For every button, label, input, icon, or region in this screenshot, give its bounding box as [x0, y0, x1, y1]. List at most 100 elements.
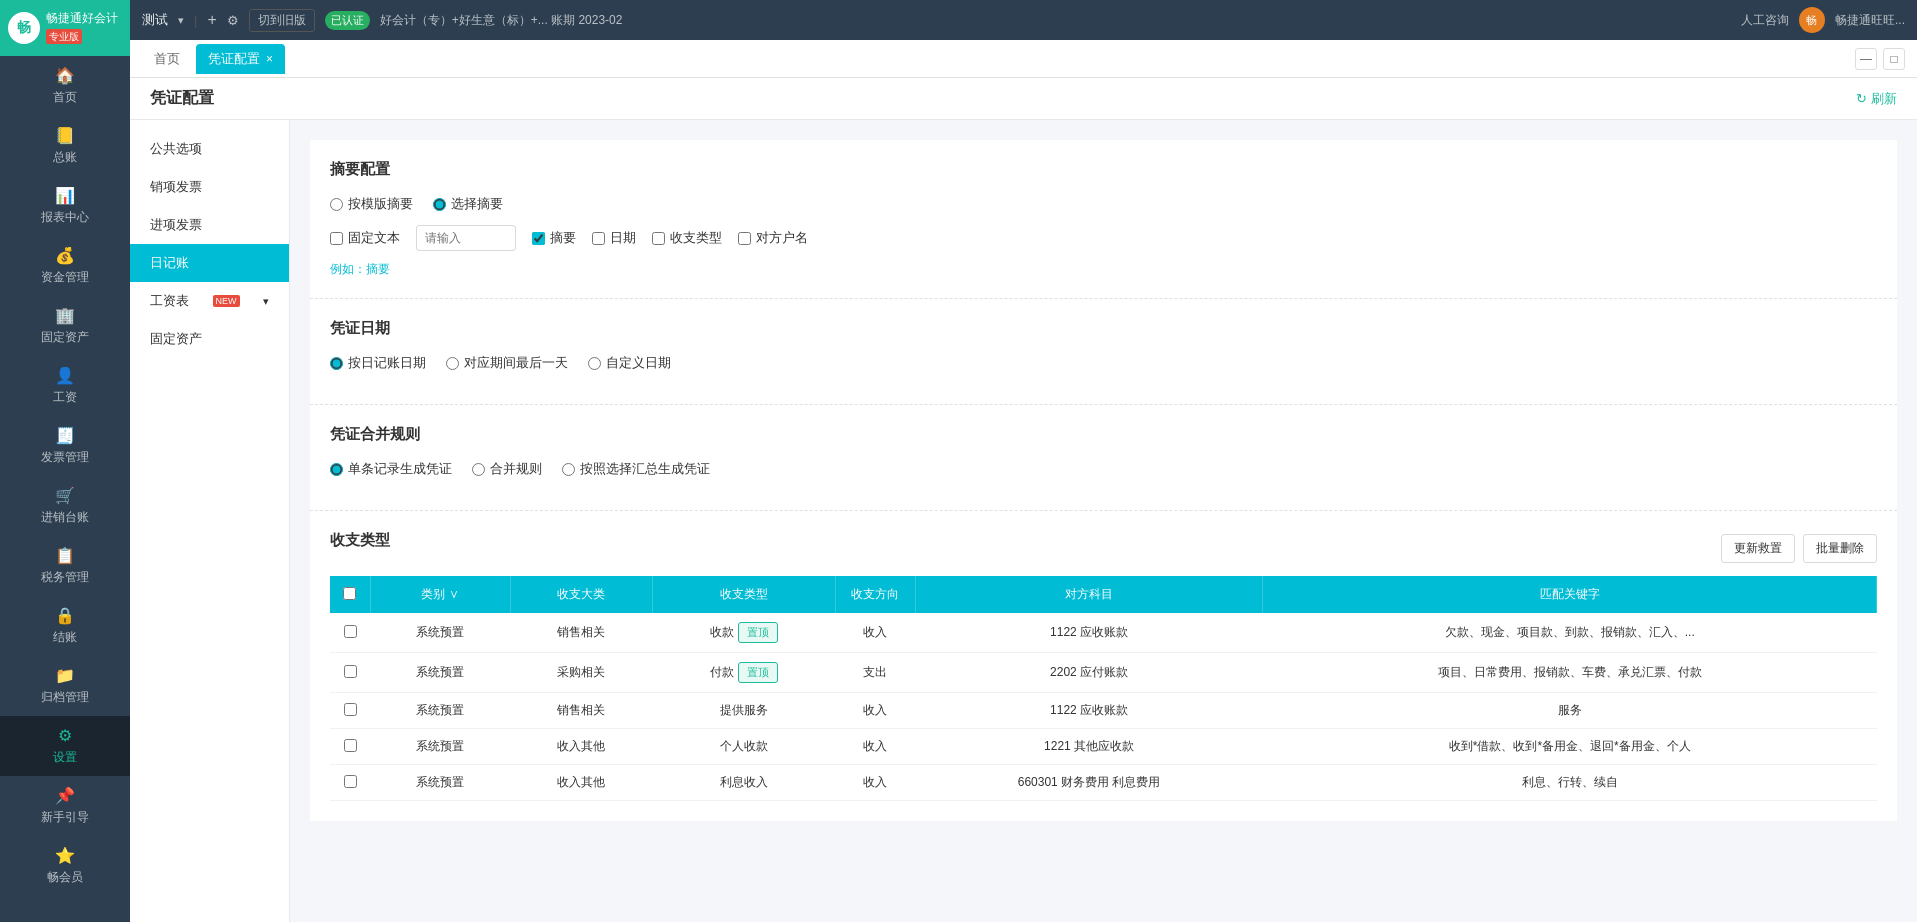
counterparty-checkbox[interactable]: 对方户名	[738, 229, 808, 247]
sidebar-item-tax[interactable]: 📋税务管理	[0, 536, 130, 596]
income-type-table: 类别 ∨ 收支大类 收支类型 收支方向 对方科目 匹配关键字 系统预置 销售相关…	[330, 576, 1877, 801]
reset-button[interactable]: 置顶	[738, 662, 778, 683]
sidebar-item-invoice[interactable]: 🧾发票管理	[0, 416, 130, 476]
sidebar-item-ledger[interactable]: 📒总账	[0, 116, 130, 176]
invoice-icon: 🧾	[55, 426, 75, 445]
sidebar-item-closing[interactable]: 🔒结账	[0, 596, 130, 656]
col-type: 收支类型	[653, 576, 836, 613]
income-type-section: 收支类型 更新救置 批量删除 类别 ∨ 收支大类 收支类型	[310, 511, 1897, 821]
settings-icon: ⚙	[58, 726, 72, 745]
table-actions: 更新救置 批量删除	[1721, 534, 1877, 563]
summary-checkbox[interactable]: 摘要	[532, 229, 576, 247]
row-type: 提供服务	[653, 693, 836, 729]
topbar-settings-icon[interactable]: ⚙	[227, 13, 239, 28]
row-type: 个人收款	[653, 729, 836, 765]
row-major: 收入其他	[510, 729, 652, 765]
maximize-btn[interactable]: □	[1883, 48, 1905, 70]
row-checkbox[interactable]	[344, 625, 357, 638]
tab-voucher-config[interactable]: 凭证配置 ×	[196, 44, 285, 74]
closing-icon: 🔒	[55, 606, 75, 625]
topbar-add-button[interactable]: +	[207, 11, 216, 29]
update-button[interactable]: 更新救置	[1721, 534, 1795, 563]
sidebar-item-salary[interactable]: 👤工资	[0, 356, 130, 416]
reset-button[interactable]: 置顶	[738, 622, 778, 643]
user-avatar: 畅	[1799, 7, 1825, 33]
row-keywords: 服务	[1263, 693, 1877, 729]
col-keywords: 匹配关键字	[1263, 576, 1877, 613]
row-account: 2202 应付账款	[915, 653, 1263, 693]
row-direction: 收入	[835, 613, 915, 653]
col-account: 对方科目	[915, 576, 1263, 613]
content-wrapper: 首页 凭证配置 × — □ 凭证配置 ↻ 刷新 公共选项销项发票进项发票日记账工…	[130, 40, 1917, 922]
radio-select-summary[interactable]: 选择摘要	[433, 195, 503, 213]
merge-radio-group: 单条记录生成凭证 合并规则 按照选择汇总生成凭证	[330, 460, 1877, 478]
tab-close-icon[interactable]: ×	[266, 52, 273, 66]
merge-section: 凭证合并规则 单条记录生成凭证 合并规则 按照选择汇总生成凭证	[310, 405, 1897, 511]
radio-journal-date[interactable]: 按日记账日期	[330, 354, 426, 372]
left-nav-purchase_invoice[interactable]: 进项发票	[130, 206, 289, 244]
row-major: 采购相关	[510, 653, 652, 693]
radio-custom-date[interactable]: 自定义日期	[588, 354, 671, 372]
member-icon: ⭐	[55, 846, 75, 865]
main-area: 测试 ▾ | + ⚙ 切到旧版 已认证 好会计（专）+好生意（标）+... 账期…	[130, 0, 1917, 922]
minimize-btn[interactable]: —	[1855, 48, 1877, 70]
row-checkbox[interactable]	[344, 739, 357, 752]
fixed-text-input[interactable]	[416, 225, 516, 251]
sidebar-item-archive[interactable]: 📁归档管理	[0, 656, 130, 716]
funds-icon: 💰	[55, 246, 75, 265]
username: 畅捷通旺旺...	[1835, 12, 1905, 29]
row-direction: 支出	[835, 653, 915, 693]
income-type-title: 收支类型	[330, 531, 390, 550]
row-checkbox[interactable]	[344, 665, 357, 678]
table-row: 系统预置 收入其他 个人收款 收入 1221 其他应收款 收到*借款、收到*备用…	[330, 729, 1877, 765]
sidebar-item-guide[interactable]: 📌新手引导	[0, 776, 130, 836]
radio-merge-rule[interactable]: 合并规则	[472, 460, 542, 478]
left-nav-sales_invoice[interactable]: 销项发票	[130, 168, 289, 206]
refresh-button[interactable]: ↻ 刷新	[1856, 90, 1897, 108]
row-keywords: 项目、日常费用、报销款、车费、承兑汇票、付款	[1263, 653, 1877, 693]
table-row: 系统预置 销售相关 提供服务 收入 1122 应收账款 服务	[330, 693, 1877, 729]
date-radio-group: 按日记账日期 对应期间最后一天 自定义日期	[330, 354, 1877, 372]
row-checkbox[interactable]	[344, 703, 357, 716]
sidebar-item-report[interactable]: 📊报表中心	[0, 176, 130, 236]
left-nav-salary_table[interactable]: 工资表 NEW ▾	[130, 282, 289, 320]
batch-delete-button[interactable]: 批量删除	[1803, 534, 1877, 563]
row-category: 系统预置	[370, 613, 510, 653]
topbar-dropdown-icon[interactable]: ▾	[178, 14, 184, 27]
fixed-text-checkbox[interactable]: 固定文本	[330, 229, 400, 247]
sidebar-item-settings[interactable]: ⚙设置	[0, 716, 130, 776]
sidebar-item-home[interactable]: 🏠首页	[0, 56, 130, 116]
support-link[interactable]: 人工咨询	[1741, 12, 1789, 29]
row-account: 660301 财务费用 利息费用	[915, 765, 1263, 801]
sidebar-item-assets[interactable]: 🏢固定资产	[0, 296, 130, 356]
topbar-right: 人工咨询 畅 畅捷通旺旺...	[1741, 7, 1905, 33]
sidebar-item-member[interactable]: ⭐畅会员	[0, 836, 130, 896]
left-nav-fixed_assets[interactable]: 固定资产	[130, 320, 289, 358]
logo-text: 畅捷通好会计 专业版	[46, 11, 118, 44]
date-checkbox[interactable]: 日期	[592, 229, 636, 247]
row-category: 系统预置	[370, 765, 510, 801]
purchase-icon: 🛒	[55, 486, 75, 505]
radio-single[interactable]: 单条记录生成凭证	[330, 460, 452, 478]
sidebar: 畅 畅捷通好会计 专业版 🏠首页📒总账📊报表中心💰资金管理🏢固定资产👤工资🧾发票…	[0, 0, 130, 922]
row-category: 系统预置	[370, 729, 510, 765]
left-nav-journal[interactable]: 日记账	[130, 244, 289, 282]
radio-template[interactable]: 按模版摘要	[330, 195, 413, 213]
radio-period-last[interactable]: 对应期间最后一天	[446, 354, 568, 372]
switch-version-button[interactable]: 切到旧版	[249, 9, 315, 32]
sidebar-item-funds[interactable]: 💰资金管理	[0, 236, 130, 296]
summary-section: 摘要配置 按模版摘要 选择摘要	[310, 140, 1897, 299]
tab-home[interactable]: 首页	[142, 44, 192, 74]
left-nav-public[interactable]: 公共选项	[130, 130, 289, 168]
home-icon: 🏠	[55, 66, 75, 85]
sidebar-item-purchase[interactable]: 🛒进销台账	[0, 476, 130, 536]
income-type-checkbox[interactable]: 收支类型	[652, 229, 722, 247]
row-checkbox[interactable]	[344, 775, 357, 788]
table-row: 系统预置 销售相关 收款 置顶 收入 1122 应收账款 欠款、现金、项目款、到…	[330, 613, 1877, 653]
guide-icon: 📌	[55, 786, 75, 805]
row-category: 系统预置	[370, 693, 510, 729]
row-type: 利息收入	[653, 765, 836, 801]
radio-select-total[interactable]: 按照选择汇总生成凭证	[562, 460, 710, 478]
select-all-checkbox[interactable]	[343, 587, 356, 600]
row-account: 1122 应收账款	[915, 693, 1263, 729]
